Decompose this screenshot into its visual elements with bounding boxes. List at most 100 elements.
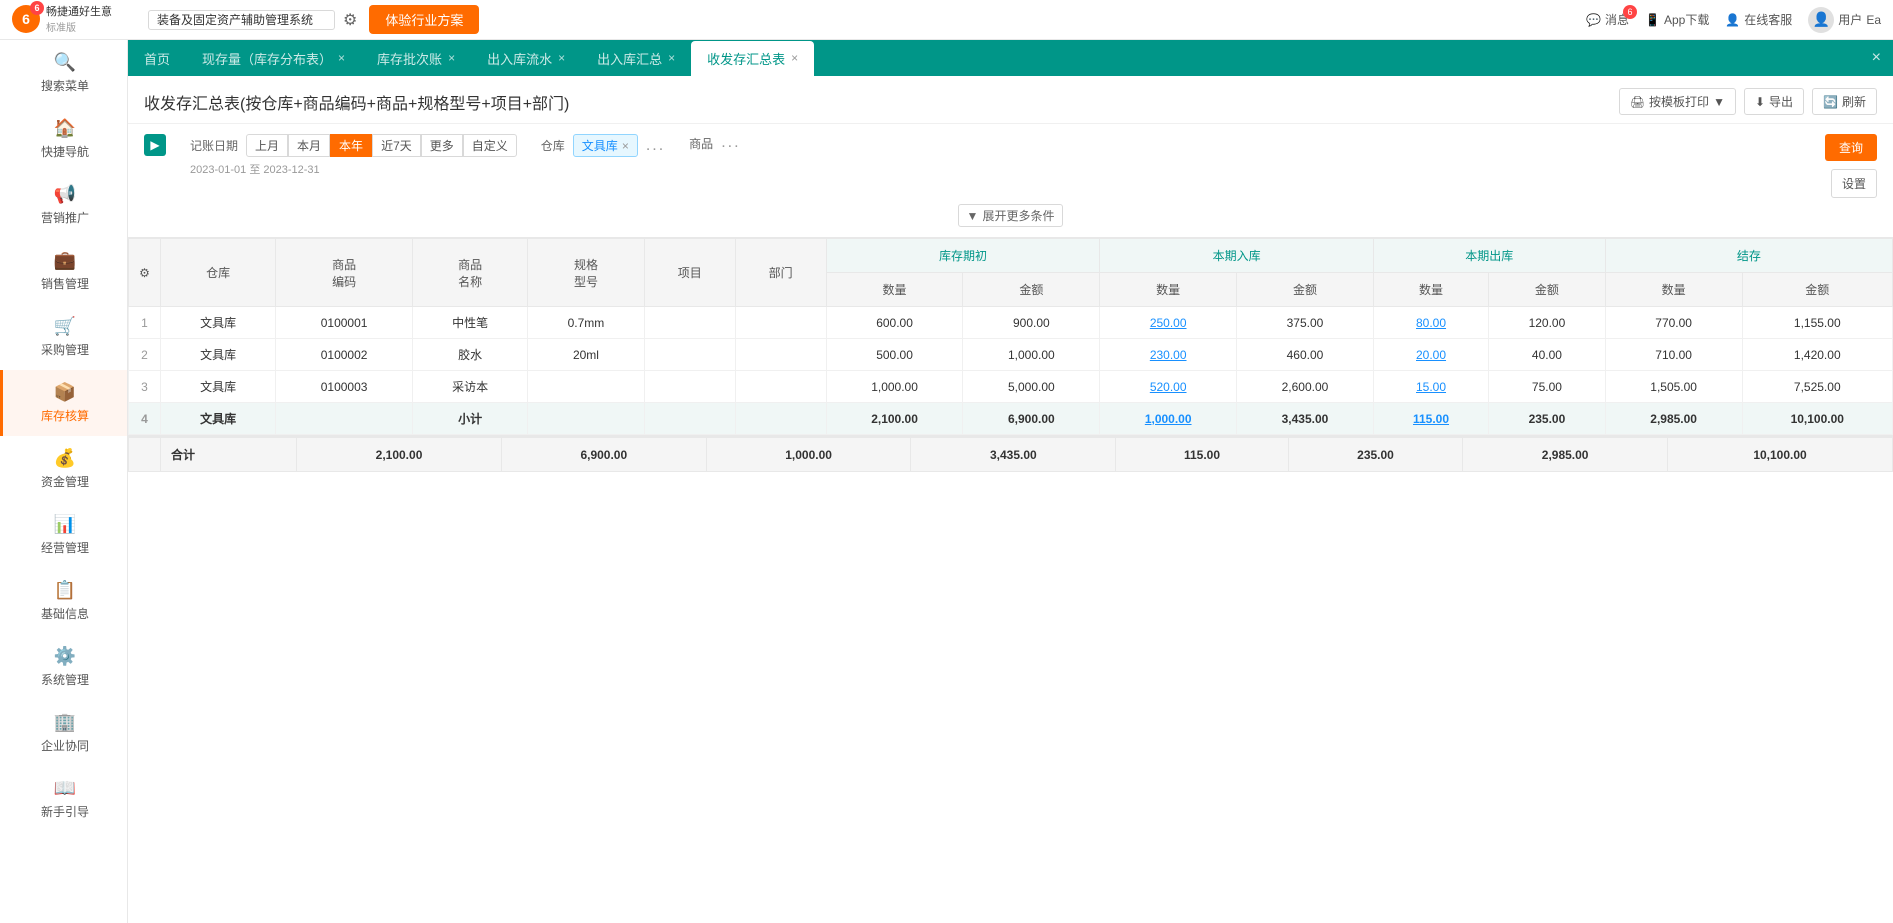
marketing-icon: 📢 [54, 184, 76, 205]
sidebar-item-search[interactable]: 🔍 搜索菜单 [0, 40, 127, 106]
tab-batch[interactable]: 库存批次账 × [361, 41, 471, 76]
date-filter-group: 记账日期 上月 本月 本年 近7天 更多 自定义 2023-01-01 至 20… [190, 134, 517, 177]
row-project [644, 403, 735, 435]
row-in-qty[interactable]: 520.00 [1100, 371, 1237, 403]
user-avatar: 👤 [1808, 7, 1834, 33]
row-goods-spec: 20ml [528, 339, 645, 371]
chevron-down-icon: ▼ [1713, 95, 1725, 109]
table-row: 1 文具库 0100001 中性笔 0.7mm 600.00 900.00 25… [129, 307, 1893, 339]
export-button[interactable]: ⬇ 导出 [1744, 88, 1804, 115]
row-opening-amt: 5,000.00 [963, 371, 1100, 403]
sidebar-item-system[interactable]: ⚙️ 系统管理 [0, 634, 127, 700]
expand-more-button[interactable]: ▼ 展开更多条件 [958, 204, 1064, 227]
tab-close-inout-flow[interactable]: × [558, 51, 565, 65]
footer-label: 合计 [161, 438, 297, 472]
purchase-icon: 🛒 [54, 316, 76, 337]
tab-inout-summary[interactable]: 出入库汇总 × [581, 41, 691, 76]
row-opening-amt: 900.00 [963, 307, 1100, 339]
sidebar-item-finance[interactable]: 💰 资金管理 [0, 436, 127, 502]
date-btn-this-month[interactable]: 本月 [288, 134, 330, 157]
sidebar-item-sales[interactable]: 💼 销售管理 [0, 238, 127, 304]
warehouse-tag-close[interactable]: × [622, 139, 629, 153]
th-project: 项目 [644, 239, 735, 307]
tab-close-inout-summary[interactable]: × [668, 51, 675, 65]
print-button[interactable]: 🖨 按模板打印 ▼ [1619, 88, 1736, 115]
query-button[interactable]: 查询 [1825, 134, 1877, 161]
footer-out-qty: 115.00 [1116, 438, 1289, 472]
collapse-arrow[interactable]: ▶ [144, 134, 166, 156]
message-item[interactable]: 💬 消息 6 [1586, 11, 1629, 28]
home-icon: 🏠 [54, 118, 76, 139]
trial-button[interactable]: 体验行业方案 [369, 5, 479, 34]
data-table: ⚙ 仓库 商品编码 商品名称 规格型号 项目 部门 库存期初 本期入库 本期出库… [128, 238, 1893, 435]
logo-badge: 6 [30, 1, 44, 15]
logo-sub: 标准版 [46, 19, 112, 34]
page-content: 收发存汇总表(按仓库+商品编码+商品+规格型号+项目+部门) 🖨 按模板打印 ▼… [128, 76, 1893, 923]
sidebar-item-marketing[interactable]: 📢 营销推广 [0, 172, 127, 238]
tab-close-inventory-dist[interactable]: × [338, 51, 345, 65]
row-out-qty[interactable]: 20.00 [1373, 339, 1488, 371]
row-in-qty[interactable]: 250.00 [1100, 307, 1237, 339]
system-icon: ⚙️ [54, 646, 76, 667]
row-opening-qty: 600.00 [826, 307, 963, 339]
row-out-qty[interactable]: 115.00 [1373, 403, 1488, 435]
tab-bar: 首页 现存量（库存分布表） × 库存批次账 × 出入库流水 × 出入库汇总 × … [128, 40, 1893, 76]
page-actions: 🖨 按模板打印 ▼ ⬇ 导出 🔄 刷新 [1619, 88, 1877, 115]
tab-recv-send-summary[interactable]: 收发存汇总表 × [691, 41, 814, 76]
app-title-dropdown[interactable]: 装备及固定资产辅助管理系统 [148, 10, 335, 30]
print-icon: 🖨 [1630, 95, 1645, 109]
sidebar-item-purchase[interactable]: 🛒 采购管理 [0, 304, 127, 370]
tab-inventory-dist[interactable]: 现存量（库存分布表） × [186, 41, 361, 76]
date-btn-more[interactable]: 更多 [421, 134, 463, 157]
settings-button[interactable]: ⚙ [343, 10, 357, 30]
sidebar-item-basic-info[interactable]: 📋 基础信息 [0, 568, 127, 634]
sidebar-item-inventory[interactable]: 📦 库存核算 [0, 370, 127, 436]
warehouse-more[interactable]: ... [646, 137, 665, 155]
row-out-qty[interactable]: 15.00 [1373, 371, 1488, 403]
user-item[interactable]: 👤 用户 Ea [1808, 7, 1881, 33]
app-download-item[interactable]: 📱 App下载 [1645, 11, 1709, 28]
footer-in-amt: 3,435.00 [911, 438, 1116, 472]
top-bar: 6 6 畅捷通好生意 标准版 装备及固定资产辅助管理系统 ⚙ 体验行业方案 💬 … [0, 0, 1893, 40]
online-service-item[interactable]: 👤 在线客服 [1725, 11, 1792, 28]
tab-inout-flow[interactable]: 出入库流水 × [471, 41, 581, 76]
sidebar-item-quick-nav[interactable]: 🏠 快捷导航 [0, 106, 127, 172]
date-btn-7days[interactable]: 近7天 [372, 134, 421, 157]
top-right: 💬 消息 6 📱 App下载 👤 在线客服 👤 用户 Ea [1586, 7, 1881, 33]
th-out-qty: 数量 [1373, 273, 1488, 307]
date-btn-custom[interactable]: 自定义 [463, 134, 517, 157]
row-out-amt: 75.00 [1489, 371, 1606, 403]
row-goods-code: 0100003 [276, 371, 413, 403]
row-closing-amt: 1,155.00 [1742, 307, 1892, 339]
tab-close-all[interactable]: × [1860, 49, 1893, 67]
row-warehouse: 文具库 [161, 307, 276, 339]
sidebar-item-operations[interactable]: 📊 经营管理 [0, 502, 127, 568]
row-out-qty[interactable]: 80.00 [1373, 307, 1488, 339]
row-closing-qty: 710.00 [1605, 339, 1742, 371]
sidebar-item-enterprise[interactable]: 🏢 企业协同 [0, 700, 127, 766]
main-layout: 🔍 搜索菜单 🏠 快捷导航 📢 营销推广 💼 销售管理 🛒 采购管理 📦 库存核… [0, 40, 1893, 923]
date-btn-this-year[interactable]: 本年 [330, 134, 372, 157]
goods-more[interactable]: ... [721, 134, 740, 152]
row-in-qty[interactable]: 230.00 [1100, 339, 1237, 371]
row-in-qty[interactable]: 1,000.00 [1100, 403, 1237, 435]
tab-close-batch[interactable]: × [448, 51, 455, 65]
row-goods-name: 胶水 [413, 339, 528, 371]
refresh-button[interactable]: 🔄 刷新 [1812, 88, 1877, 115]
th-opening: 库存期初 [826, 239, 1100, 273]
row-goods-spec [528, 371, 645, 403]
warehouse-filter-group: 仓库 文具库 × ... [541, 134, 665, 157]
row-warehouse: 文具库 [161, 339, 276, 371]
tab-close-recv-send-summary[interactable]: × [791, 51, 798, 65]
set-button[interactable]: 设置 [1831, 169, 1877, 198]
date-filter: 上月 本月 本年 近7天 更多 自定义 [246, 134, 517, 157]
message-icon: 💬 [1586, 13, 1601, 27]
date-range: 2023-01-01 至 2023-12-31 [190, 161, 517, 177]
sidebar-item-guide[interactable]: 📖 新手引导 [0, 766, 127, 832]
goods-filter-group: 商品 ... [689, 134, 740, 152]
row-goods-code: 0100001 [276, 307, 413, 339]
th-settings: ⚙ [129, 239, 161, 307]
row-dept [735, 371, 826, 403]
tab-home[interactable]: 首页 [128, 41, 186, 76]
date-btn-last-month[interactable]: 上月 [246, 134, 288, 157]
